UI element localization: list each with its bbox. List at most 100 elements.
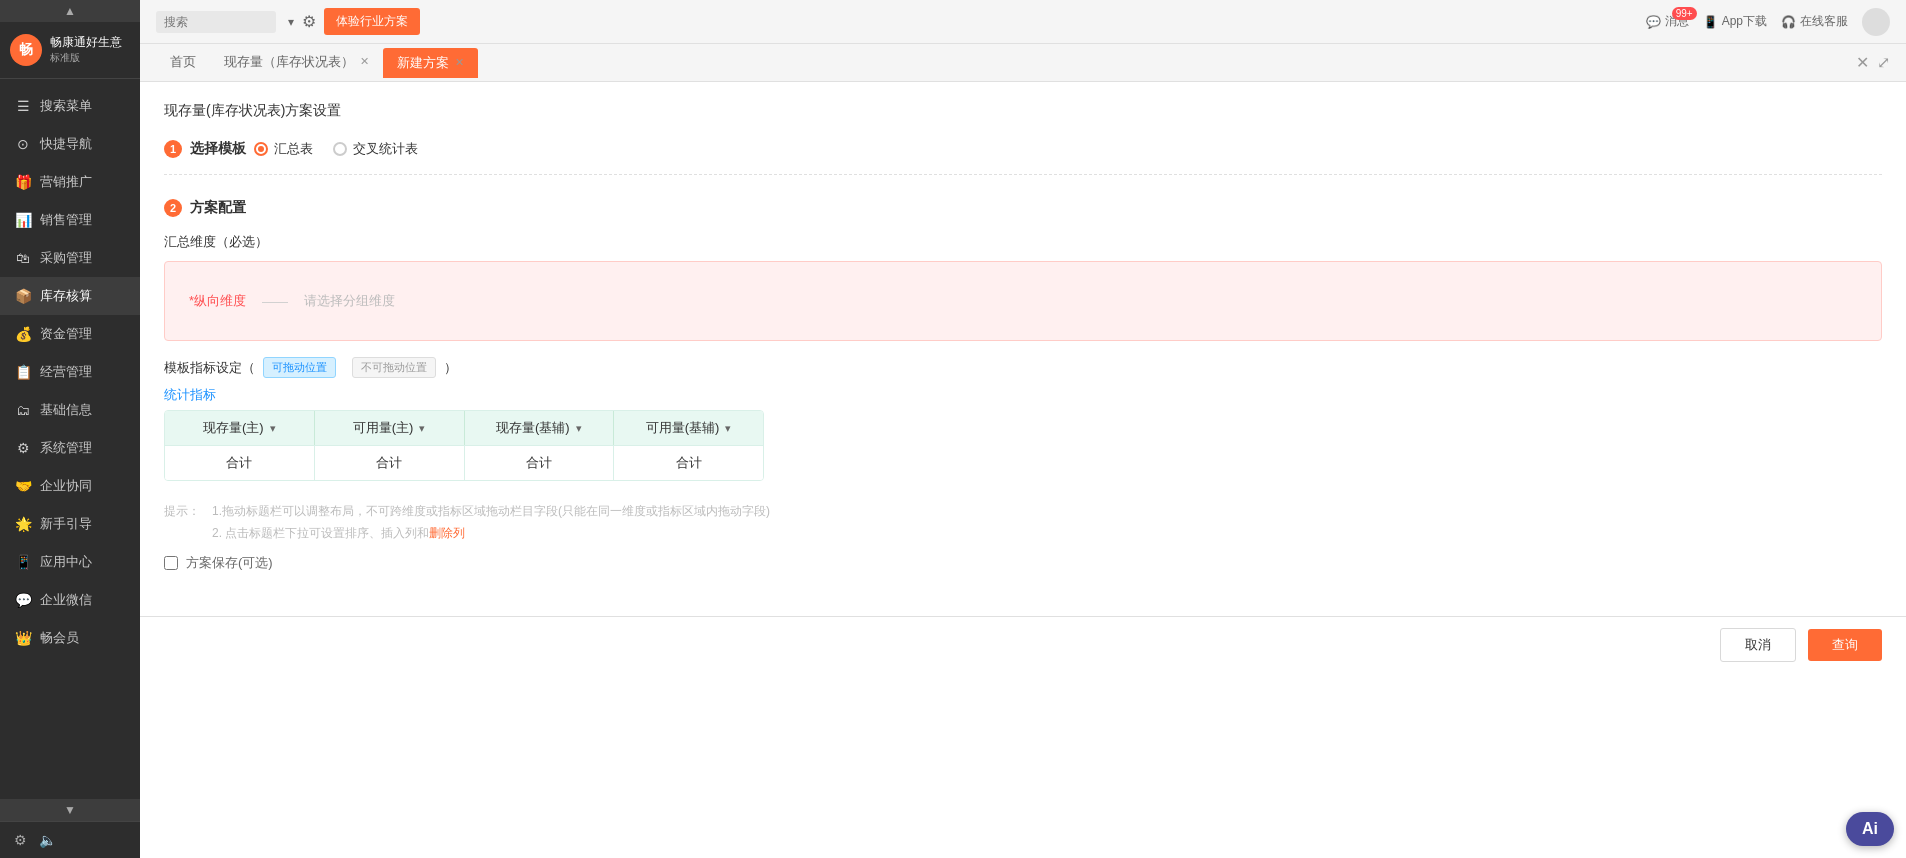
member-icon: 👑	[14, 629, 32, 647]
section1-number: 1	[164, 140, 182, 158]
sidebar-item-app-center[interactable]: 📱 应用中心	[0, 543, 140, 581]
search-input[interactable]	[156, 11, 276, 33]
audio-footer-icon[interactable]: 🔈	[39, 832, 56, 848]
window-controls: ✕ ⤢	[1856, 53, 1890, 72]
close-window-icon[interactable]: ✕	[1856, 53, 1869, 72]
sidebar-item-management[interactable]: 📋 经营管理	[0, 353, 140, 391]
app-name: 畅康通好生意	[50, 35, 122, 51]
management-icon: 📋	[14, 363, 32, 381]
metrics-table-header: 现存量(主) ▾ 可用量(主) ▾ 现存量(基辅) ▾ 可用量(基辅)	[165, 411, 763, 445]
cell-sum-3: 合计	[465, 446, 615, 480]
dimension-area[interactable]: *纵向维度 —— 请选择分组维度	[164, 261, 1882, 341]
sidebar-item-quick-nav[interactable]: ⊙ 快捷导航	[0, 125, 140, 163]
sidebar-item-label: 系统管理	[40, 439, 92, 457]
stats-indicator-label: 统计指标	[164, 386, 1882, 404]
metrics-table: 现存量(主) ▾ 可用量(主) ▾ 现存量(基辅) ▾ 可用量(基辅)	[164, 410, 764, 481]
dimension-inner: *纵向维度 —— 请选择分组维度	[189, 292, 395, 310]
cell-sum-4: 合计	[614, 446, 763, 480]
sidebar-item-label: 营销推广	[40, 173, 92, 191]
metrics-settings-suffix: ）	[444, 359, 457, 377]
dimension-dash: ——	[262, 294, 288, 309]
draggable-badge: 可拖动位置	[263, 357, 336, 378]
topbar-right: 💬 消息 99+ 📱 App下载 🎧 在线客服	[1646, 8, 1890, 36]
user-avatar[interactable]	[1862, 8, 1890, 36]
topbar-settings-icon[interactable]: ⚙	[302, 12, 316, 31]
radio-cross-label: 交叉统计表	[353, 140, 418, 158]
col-current-main-arrow-icon[interactable]: ▾	[270, 422, 276, 435]
col-available-main-arrow-icon[interactable]: ▾	[419, 422, 425, 435]
sidebar-header: 畅 畅康通好生意 标准版	[0, 22, 140, 79]
sidebar-item-label: 库存核算	[40, 287, 92, 305]
sidebar-item-finance[interactable]: 💰 资金管理	[0, 315, 140, 353]
query-button[interactable]: 查询	[1808, 629, 1882, 661]
app-version: 标准版	[50, 51, 122, 65]
sidebar-scroll-down[interactable]: ▼	[0, 799, 140, 821]
tab-new-plan[interactable]: 新建方案 ✕	[383, 48, 478, 78]
settings-footer-icon[interactable]: ⚙	[14, 832, 27, 848]
sidebar-item-inventory[interactable]: 📦 库存核算	[0, 277, 140, 315]
sidebar-item-label: 快捷导航	[40, 135, 92, 153]
sidebar-item-marketing[interactable]: 🎁 营销推广	[0, 163, 140, 201]
radio-cross[interactable]: 交叉统计表	[333, 140, 418, 158]
sidebar-item-system[interactable]: ⚙ 系统管理	[0, 429, 140, 467]
tab-new-plan-close-icon[interactable]: ✕	[455, 56, 464, 69]
save-label: 方案保存(可选)	[186, 554, 273, 572]
metrics-table-row: 合计 合计 合计 合计	[165, 445, 763, 480]
sidebar-item-cooperation[interactable]: 🤝 企业协同	[0, 467, 140, 505]
col-available-main-label: 可用量(主)	[353, 419, 414, 437]
trial-btn[interactable]: 体验行业方案	[324, 8, 420, 35]
metrics-settings-row: 模板指标设定（ 可拖动位置 不可拖动位置 ）	[164, 357, 1882, 378]
col-current-main-label: 现存量(主)	[203, 419, 264, 437]
sidebar-item-label: 搜索菜单	[40, 97, 92, 115]
message-group[interactable]: 💬 消息 99+	[1646, 13, 1689, 30]
sidebar-item-basic-info[interactable]: 🗂 基础信息	[0, 391, 140, 429]
ai-button[interactable]: Ai	[1846, 812, 1894, 846]
tab-home-label: 首页	[170, 53, 196, 71]
section1-title: 选择模板	[190, 140, 246, 158]
section-choose-template: 1 选择模板 汇总表 交叉统计表	[164, 140, 1882, 175]
tab-new-plan-label: 新建方案	[397, 54, 449, 72]
tab-inventory-close-icon[interactable]: ✕	[360, 55, 369, 68]
section1-divider	[164, 174, 1882, 175]
col-current-aux[interactable]: 现存量(基辅) ▾	[465, 411, 615, 445]
sidebar-item-sales[interactable]: 📊 销售管理	[0, 201, 140, 239]
col-available-main[interactable]: 可用量(主) ▾	[315, 411, 465, 445]
tab-inventory-status[interactable]: 现存量（库存状况表） ✕	[210, 45, 383, 81]
page-title: 现存量(库存状况表)方案设置	[164, 102, 1882, 120]
app-download-label: App下载	[1722, 13, 1767, 30]
search-menu-icon: ☰	[14, 97, 32, 115]
dropdown-arrow-icon[interactable]: ▾	[288, 15, 294, 29]
sidebar-item-purchase[interactable]: 🛍 采购管理	[0, 239, 140, 277]
tab-inventory-label: 现存量（库存状况表）	[224, 53, 354, 71]
sidebar-item-label: 基础信息	[40, 401, 92, 419]
content-inner: 现存量(库存状况表)方案设置 1 选择模板 汇总表 交叉统计表	[140, 82, 1906, 616]
col-available-aux[interactable]: 可用量(基辅) ▾	[614, 411, 763, 445]
message-icon: 💬	[1646, 15, 1661, 29]
radio-summary[interactable]: 汇总表	[254, 140, 313, 158]
sidebar-item-wechat[interactable]: 💬 企业微信	[0, 581, 140, 619]
sidebar-item-new-guide[interactable]: 🌟 新手引导	[0, 505, 140, 543]
col-current-main[interactable]: 现存量(主) ▾	[165, 411, 315, 445]
sales-icon: 📊	[14, 211, 32, 229]
app-download-group[interactable]: 📱 App下载	[1703, 13, 1767, 30]
sidebar-item-label: 新手引导	[40, 515, 92, 533]
message-badge: 99+	[1672, 7, 1697, 20]
headset-icon: 🎧	[1781, 15, 1796, 29]
expand-window-icon[interactable]: ⤢	[1877, 53, 1890, 72]
col-current-aux-arrow-icon[interactable]: ▾	[576, 422, 582, 435]
sidebar-scroll-up[interactable]: ▲	[0, 0, 140, 22]
online-service-group[interactable]: 🎧 在线客服	[1781, 13, 1848, 30]
system-icon: ⚙	[14, 439, 32, 457]
col-available-aux-arrow-icon[interactable]: ▾	[725, 422, 731, 435]
sidebar-item-member[interactable]: 👑 畅会员	[0, 619, 140, 657]
new-guide-icon: 🌟	[14, 515, 32, 533]
summary-dimension-section: 汇总维度（必选） *纵向维度 —— 请选择分组维度	[164, 233, 1882, 341]
save-checkbox[interactable]	[164, 556, 178, 570]
sidebar-item-search-menu[interactable]: ☰ 搜索菜单	[0, 87, 140, 125]
cancel-button[interactable]: 取消	[1720, 628, 1796, 662]
metrics-settings-prefix: 模板指标设定（	[164, 359, 255, 377]
content-area: 现存量(库存状况表)方案设置 1 选择模板 汇总表 交叉统计表	[140, 82, 1906, 858]
vertical-dimension-label: *纵向维度	[189, 292, 246, 310]
tab-home[interactable]: 首页	[156, 45, 210, 81]
app-center-icon: 📱	[14, 553, 32, 571]
